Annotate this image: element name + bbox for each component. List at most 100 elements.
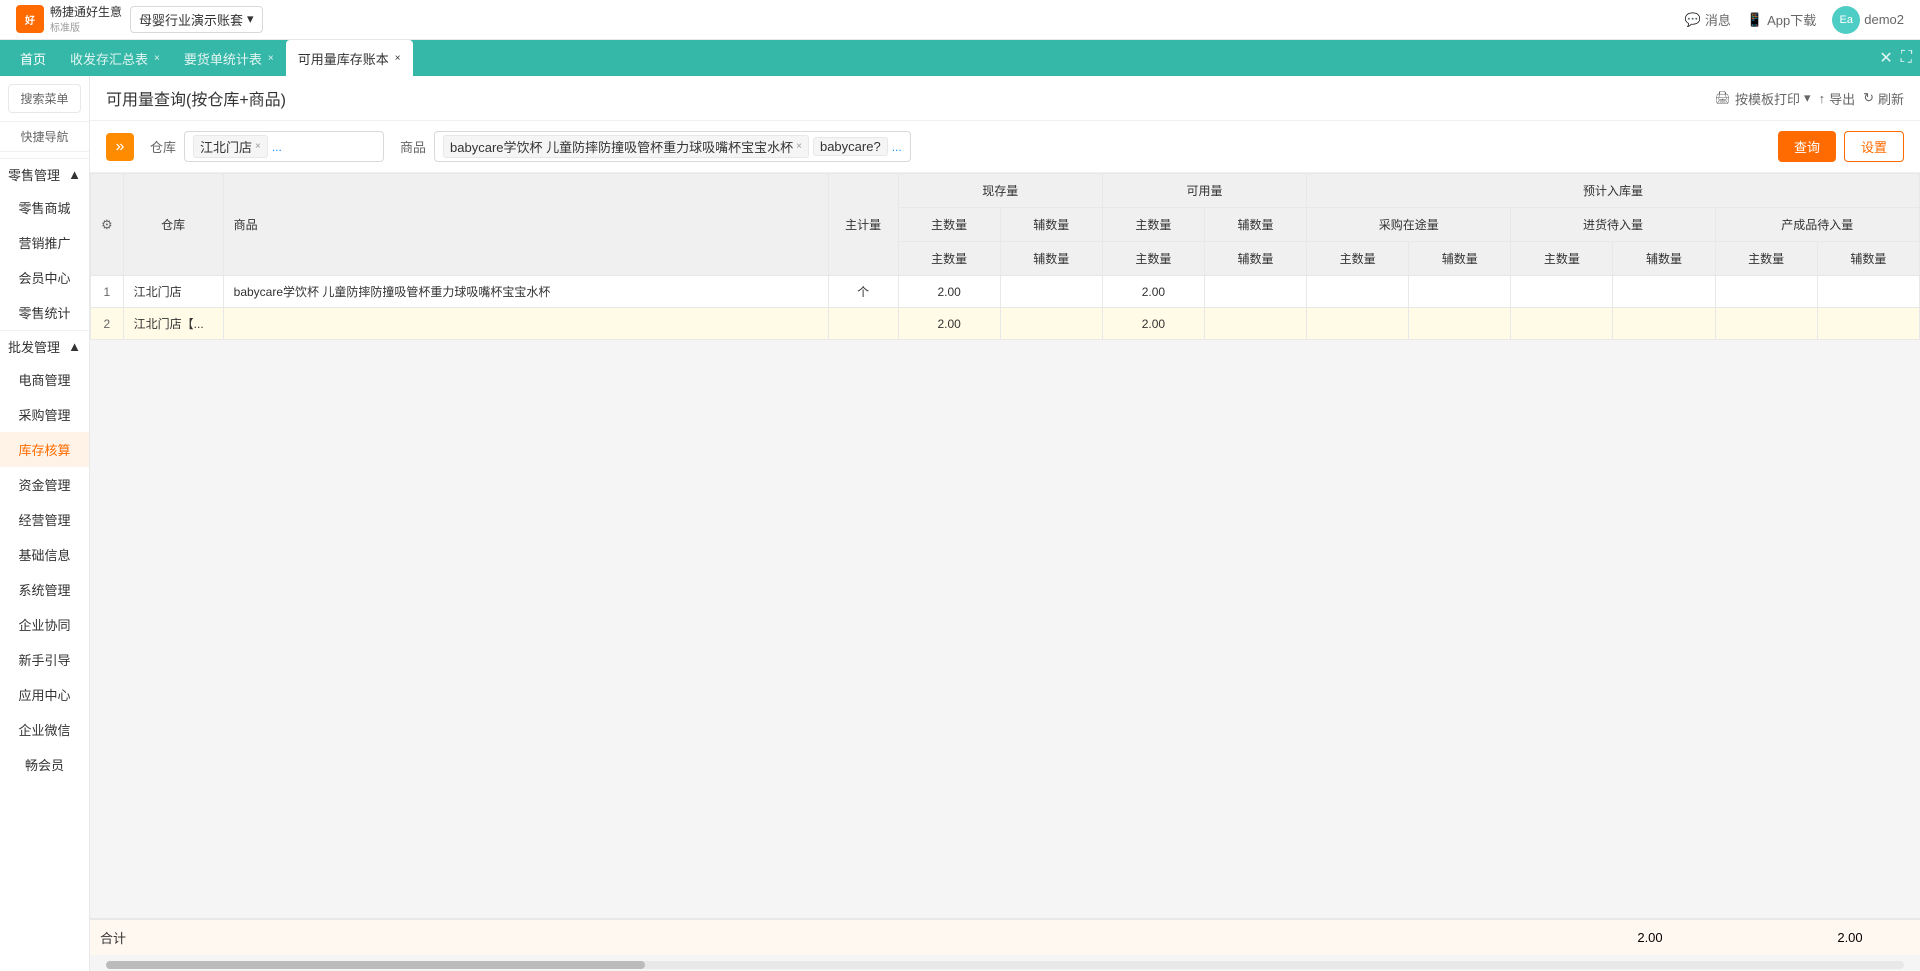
product-tag-text-1: babycare学饮杯 儿童防摔防撞吸管杯重力球吸嘴杯宝宝水杯 xyxy=(450,137,793,156)
sidebar-quick-nav[interactable]: 快捷导航 xyxy=(0,122,89,152)
row-1-pr-aux xyxy=(1817,276,1919,308)
inventory-label: 库存核算 xyxy=(18,440,70,459)
logo-sub: 标准版 xyxy=(50,19,122,34)
row-2-avail-aux xyxy=(1204,308,1306,340)
th-pr-main: 主数量 xyxy=(1715,242,1817,276)
expand-icon[interactable]: ⛶ xyxy=(1901,49,1912,67)
refresh-btn[interactable]: ↻ 刷新 xyxy=(1863,89,1904,108)
row-2-in-aux xyxy=(1613,308,1715,340)
tab-order-stats[interactable]: 要货单统计表 × xyxy=(172,40,286,76)
th-unit: 主计量 xyxy=(828,174,898,276)
user-label: demo2 xyxy=(1864,12,1904,27)
row-1-pr-main xyxy=(1715,276,1817,308)
sidebar-item-app-center[interactable]: 应用中心 xyxy=(0,677,89,712)
product-filter-group: 商品 babycare学饮杯 儿童防摔防撞吸管杯重力球吸嘴杯宝宝水杯 × bab… xyxy=(400,131,911,162)
th-settings[interactable]: ⚙ xyxy=(91,174,124,276)
warehouse-tag-close[interactable]: × xyxy=(255,141,261,152)
sidebar-item-retail-stats[interactable]: 零售统计 xyxy=(0,295,89,330)
sidebar-item-guide[interactable]: 新手引导 xyxy=(0,642,89,677)
sidebar-section: 零售管理 ▲ 零售商城 营销推广 会员中心 零售统计 批发管理 ▲ 电商管理 xyxy=(0,152,89,788)
sidebar-item-retail-mall[interactable]: 零售商城 xyxy=(0,190,89,225)
sidebar-item-wechat[interactable]: 企业微信 xyxy=(0,712,89,747)
sidebar-item-inventory[interactable]: 库存核算 xyxy=(0,432,89,467)
finance-label: 资金管理 xyxy=(18,475,70,494)
message-action[interactable]: 💬 消息 xyxy=(1685,10,1731,29)
user-action[interactable]: Ea demo2 xyxy=(1832,6,1904,34)
industry-selector[interactable]: 母婴行业演示账套 ▾ xyxy=(130,6,263,33)
warehouse-more-btn[interactable]: ... xyxy=(272,140,282,154)
chevron-icon-2: ▲ xyxy=(68,339,81,354)
sidebar-item-marketing[interactable]: 营销推广 xyxy=(0,225,89,260)
product-more-btn[interactable]: ... xyxy=(892,140,902,154)
warehouse-tag-box[interactable]: 江北门店 × ... xyxy=(184,131,384,162)
product-tag-box[interactable]: babycare学饮杯 儿童防摔防撞吸管杯重力球吸嘴杯宝宝水杯 × babyca… xyxy=(434,131,911,162)
member-label: 会员中心 xyxy=(18,268,70,287)
filter-bar: » 仓库 江北门店 × ... 商品 babycare学饮杯 儿童防摔防撞吸管杯… xyxy=(90,121,1920,173)
logo-texts: 畅捷通好生意 标准版 xyxy=(50,5,122,34)
system-label: 系统管理 xyxy=(18,580,70,599)
row-1-avail-main: 2.00 xyxy=(1102,276,1204,308)
th-current-aux: 辅数量 xyxy=(1000,208,1102,242)
tab-order-close[interactable]: × xyxy=(268,53,274,64)
sidebar-item-vip[interactable]: 畅会员 xyxy=(0,747,89,782)
sidebar-item-purchase[interactable]: 采购管理 xyxy=(0,397,89,432)
row-1-product: babycare学饮杯 儿童防摔防撞吸管杯重力球吸嘴杯宝宝水杯 xyxy=(223,276,828,308)
th-available: 可用量 xyxy=(1102,174,1306,208)
th-available-main: 主数量 xyxy=(1102,208,1204,242)
export-btn[interactable]: ↑ 导出 xyxy=(1819,89,1856,108)
sidebar-item-system[interactable]: 系统管理 xyxy=(0,572,89,607)
row-1-unit: 个 xyxy=(828,276,898,308)
row-2-warehouse: 江北门店【... xyxy=(123,308,223,340)
sidebar-item-retail-management[interactable]: 零售管理 ▲ xyxy=(0,158,89,190)
sidebar-item-member[interactable]: 会员中心 xyxy=(0,260,89,295)
sidebar-search-area: 搜索菜单 xyxy=(0,76,89,122)
logo-icon: 好 xyxy=(16,5,44,33)
setting-btn[interactable]: 设置 xyxy=(1844,131,1904,162)
query-btn[interactable]: 查询 xyxy=(1778,131,1836,162)
scrollbar-area[interactable] xyxy=(90,955,1920,971)
chevron-icon: ▲ xyxy=(68,167,81,182)
sidebar-item-basic-info[interactable]: 基础信息 xyxy=(0,537,89,572)
row-1-pu-aux xyxy=(1409,276,1511,308)
row-2-in-main xyxy=(1511,308,1613,340)
tab-available-label: 可用量库存账本 xyxy=(298,49,389,68)
content-area: 可用量查询(按仓库+商品) 🖨 按模板打印 ▾ ↑ 导出 ↻ 刷新 » xyxy=(90,76,1920,971)
app-download-action[interactable]: 📱 App下载 xyxy=(1747,10,1816,29)
sidebar-item-wholesale[interactable]: 批发管理 ▲ xyxy=(0,330,89,362)
sidebar-item-ecommerce[interactable]: 电商管理 xyxy=(0,362,89,397)
th-pu-main: 主数量 xyxy=(1307,242,1409,276)
row-2-product xyxy=(223,308,828,340)
tab-receivable-summary[interactable]: 收发存汇总表 × xyxy=(58,40,172,76)
row-2-avail-main: 2.00 xyxy=(1102,308,1204,340)
th-warehouse: 仓库 xyxy=(123,174,223,276)
tab-available-inventory[interactable]: 可用量库存账本 × xyxy=(286,40,413,76)
th-available-aux: 辅数量 xyxy=(1204,208,1306,242)
chevron-down-icon-print: ▾ xyxy=(1804,90,1811,106)
sidebar-item-collab[interactable]: 企业协同 xyxy=(0,607,89,642)
product-tag-close-1[interactable]: × xyxy=(796,141,802,152)
tab-available-close[interactable]: × xyxy=(395,53,401,64)
sidebar-item-finance[interactable]: 资金管理 xyxy=(0,467,89,502)
warehouse-filter-label: 仓库 xyxy=(150,137,176,156)
settings-icon[interactable]: ⚙ xyxy=(101,217,113,232)
product-tag-text-2: babycare? xyxy=(820,139,881,154)
row-1-in-main xyxy=(1511,276,1613,308)
row-2-pr-main xyxy=(1715,308,1817,340)
home-label: 首页 xyxy=(20,52,46,67)
filter-toggle-btn[interactable]: » xyxy=(106,133,134,161)
tab-receivable-close[interactable]: × xyxy=(154,53,160,64)
row-1-avail-aux xyxy=(1204,276,1306,308)
row-1-in-aux xyxy=(1613,276,1715,308)
row-2-pr-aux xyxy=(1817,308,1919,340)
chevron-down-icon: ▾ xyxy=(247,11,254,27)
table-footer: 合计 2.00 2.00 xyxy=(90,918,1920,955)
logo-area: 好 畅捷通好生意 标准版 xyxy=(16,5,122,34)
sidebar-item-business[interactable]: 经营管理 xyxy=(0,502,89,537)
search-menu-button[interactable]: 搜索菜单 xyxy=(8,84,81,113)
close-all-tabs[interactable]: ✕ xyxy=(1879,48,1892,68)
retail-mall-label: 零售商城 xyxy=(18,198,70,217)
print-template-btn[interactable]: 🖨 按模板打印 ▾ xyxy=(1715,89,1811,108)
row-2-pu-aux xyxy=(1409,308,1511,340)
th-av-main-qty: 主数量 xyxy=(1102,242,1204,276)
tab-home[interactable]: 首页 xyxy=(8,49,58,68)
